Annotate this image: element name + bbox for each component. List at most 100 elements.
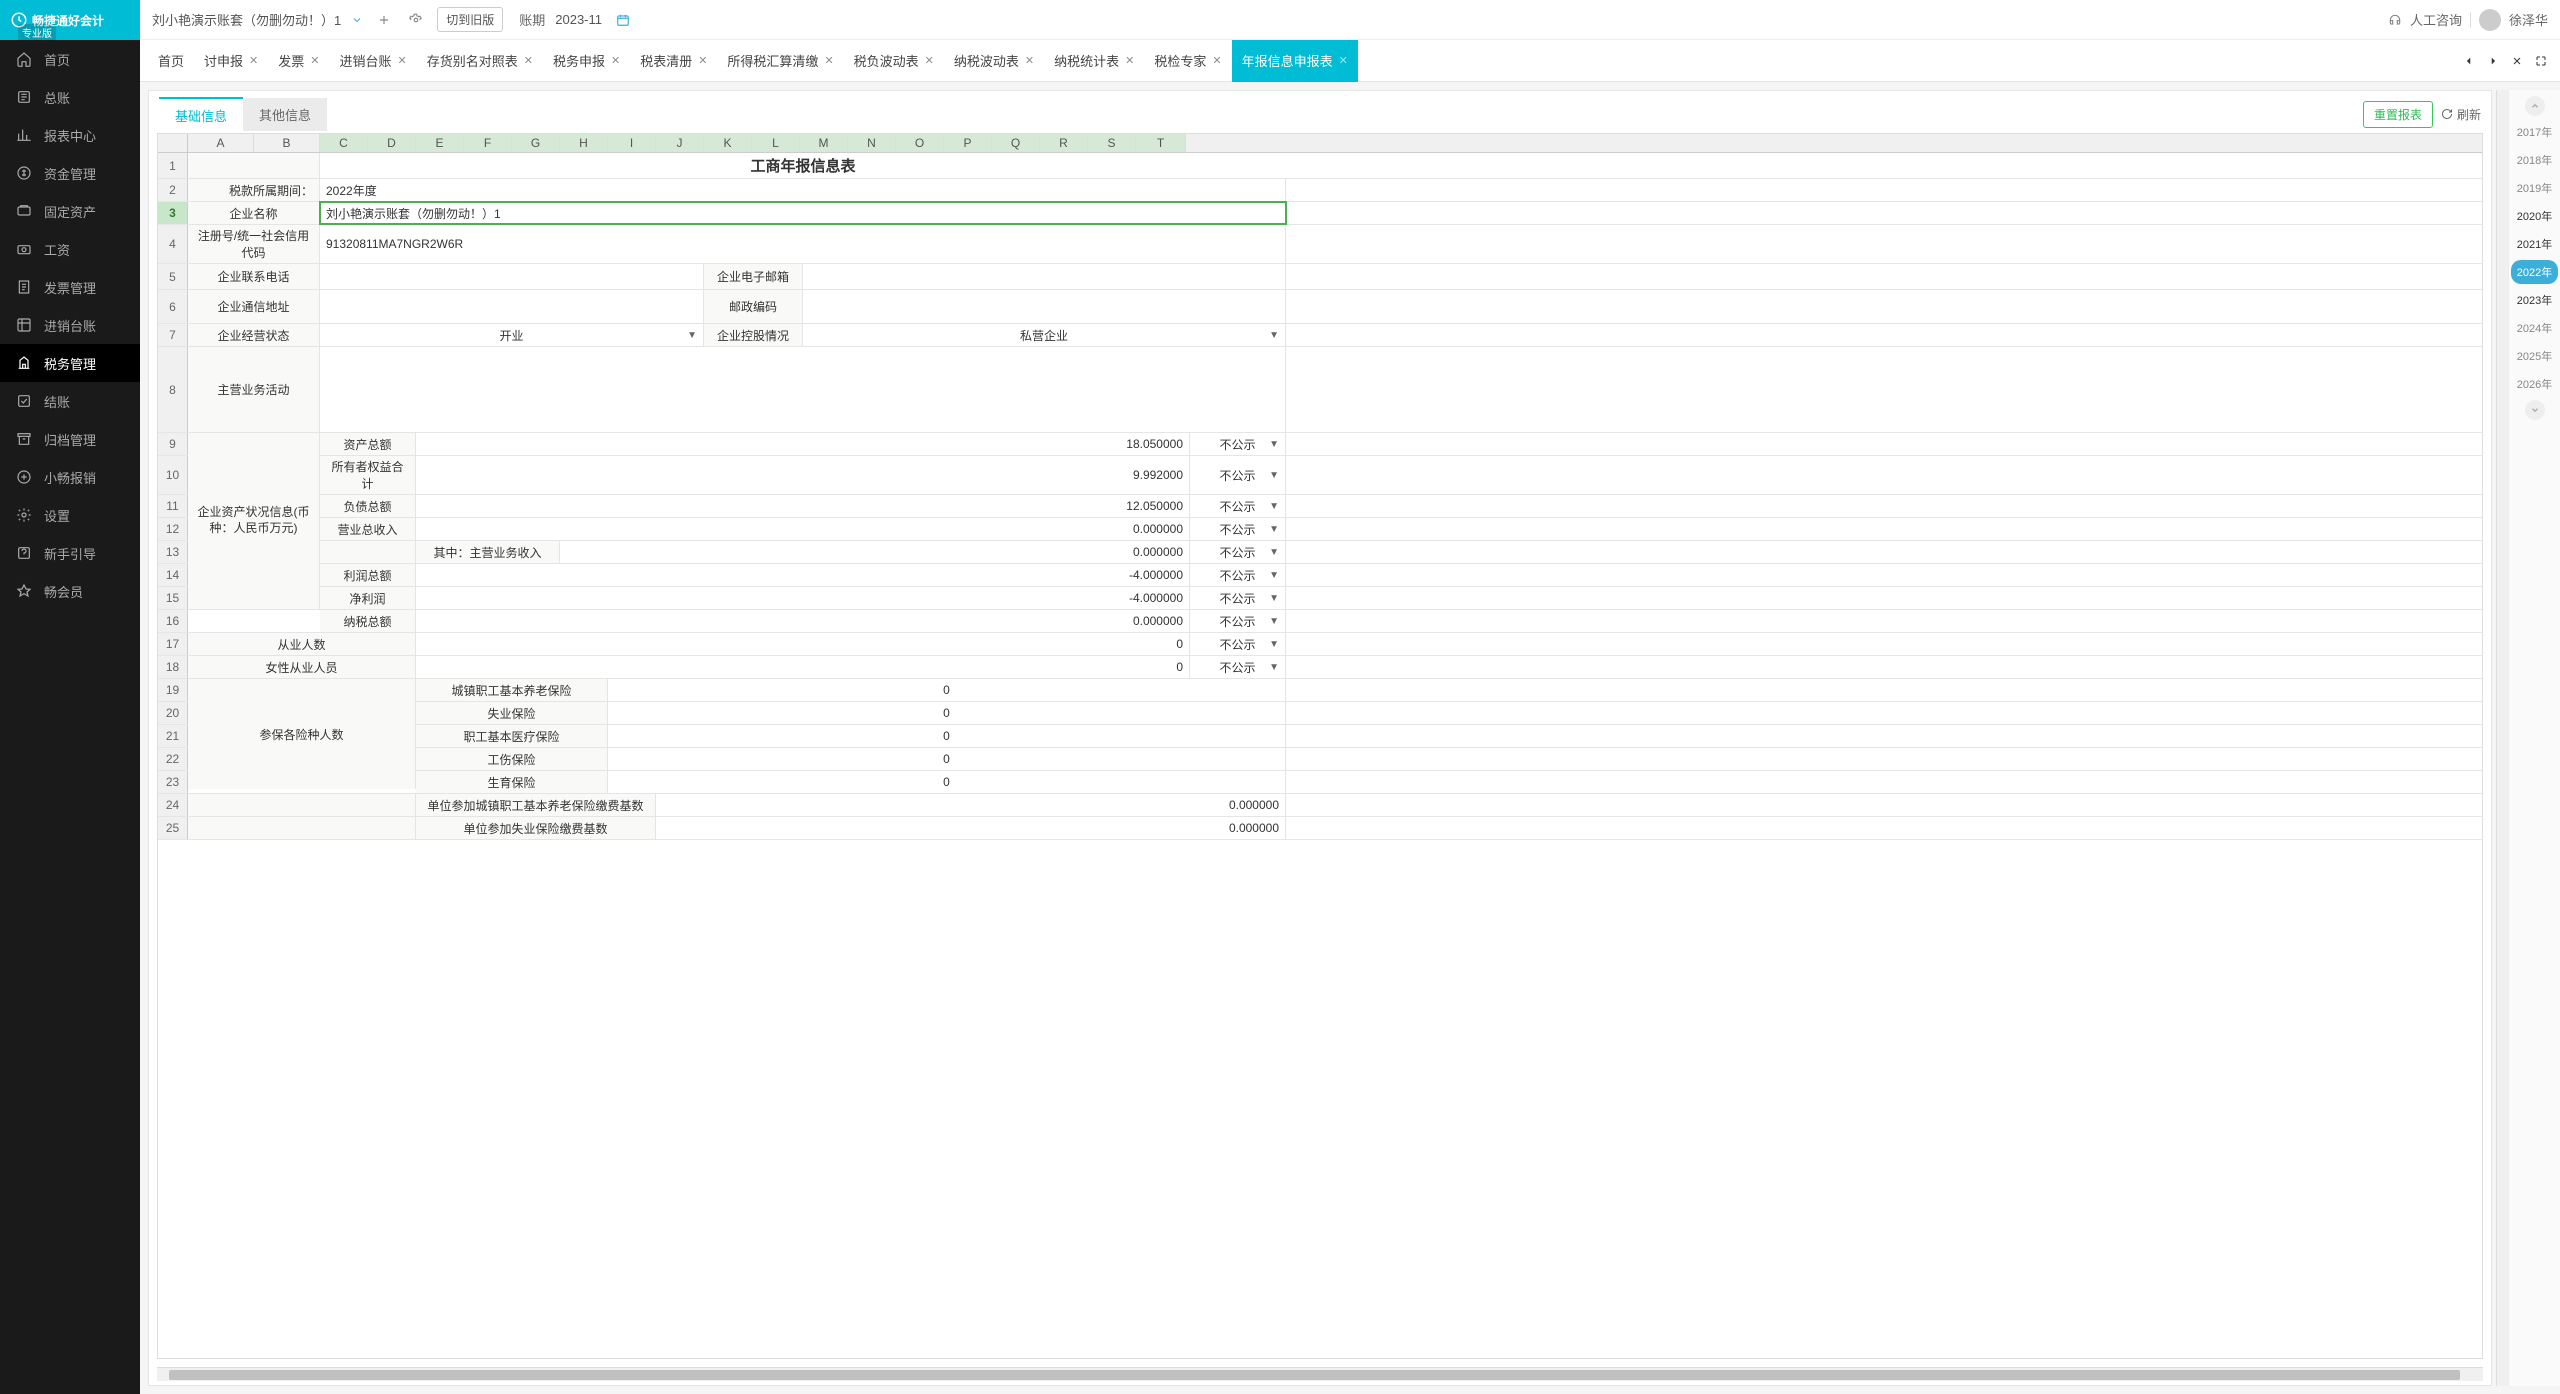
chevron-down-icon[interactable] (351, 14, 363, 26)
row-header[interactable]: 22 (158, 748, 188, 770)
cell[interactable]: 0 (608, 748, 1286, 770)
tab[interactable]: 税负波动表✕ (844, 40, 944, 82)
col-header[interactable]: T (1136, 134, 1186, 152)
cell[interactable]: 0 (416, 633, 1190, 655)
chevron-down-icon[interactable]: ▼ (1269, 616, 1279, 627)
avatar[interactable] (2479, 9, 2501, 31)
tab[interactable]: 年报信息申报表✕ (1232, 40, 1358, 82)
row-header[interactable]: 9 (158, 433, 188, 455)
headset-icon[interactable] (2388, 13, 2402, 27)
chevron-down-icon[interactable]: ▼ (1269, 570, 1279, 581)
col-header[interactable]: I (608, 134, 656, 152)
vertical-scrollbar[interactable] (2496, 90, 2508, 1386)
old-version-button[interactable]: 切到旧版 (437, 7, 503, 32)
nav-item-guide[interactable]: 新手引导 (0, 534, 140, 572)
nav-item-fund[interactable]: 资金管理 (0, 154, 140, 192)
cell[interactable]: 0.000000 (560, 541, 1190, 563)
cell[interactable]: 私营企业▼ (803, 324, 1286, 346)
col-header[interactable]: D (368, 134, 416, 152)
year-item[interactable]: 2021年 (2511, 232, 2558, 256)
row-header[interactable]: 24 (158, 794, 188, 816)
chevron-down-icon[interactable]: ▼ (1269, 501, 1279, 512)
company-name-input[interactable]: 刘小艳演示账套（勿删勿动！）1 (320, 202, 1286, 224)
col-header[interactable]: N (848, 134, 896, 152)
col-header[interactable]: R (1040, 134, 1088, 152)
col-header[interactable]: K (704, 134, 752, 152)
row-header[interactable]: 10 (158, 456, 188, 494)
tab[interactable]: 税表清册✕ (630, 40, 717, 82)
tab-prev-icon[interactable] (2458, 50, 2480, 72)
close-icon[interactable]: ✕ (1125, 54, 1134, 67)
cell[interactable]: 不公示▼ (1190, 587, 1286, 609)
col-header[interactable]: M (800, 134, 848, 152)
col-header[interactable]: B (254, 134, 320, 152)
nav-item-tax[interactable]: 税务管理 (0, 344, 140, 382)
cell[interactable]: 不公示▼ (1190, 433, 1286, 455)
plus-icon[interactable] (373, 9, 395, 31)
close-icon[interactable]: ✕ (698, 54, 707, 67)
account-name[interactable]: 刘小艳演示账套（勿删勿动！）1 (152, 10, 341, 29)
col-header[interactable]: J (656, 134, 704, 152)
year-item[interactable]: 2019年 (2511, 176, 2558, 200)
cell[interactable]: 不公示▼ (1190, 633, 1286, 655)
close-icon[interactable]: ✕ (398, 54, 407, 67)
close-icon[interactable]: ✕ (1212, 54, 1221, 67)
row-header[interactable]: 13 (158, 541, 188, 563)
row-header[interactable]: 12 (158, 518, 188, 540)
cell[interactable]: 0.000000 (656, 817, 1286, 839)
spreadsheet-grid[interactable]: ABCDEFGHIJKLMNOPQRST 1工商年报信息表2税款所属期间：202… (157, 133, 2483, 1359)
cell[interactable]: 12.050000 (416, 495, 1190, 517)
chevron-down-icon[interactable]: ▼ (1269, 439, 1279, 450)
nav-item-invoice[interactable]: 发票管理 (0, 268, 140, 306)
chevron-down-icon[interactable]: ▼ (1269, 547, 1279, 558)
tab[interactable]: 税务申报✕ (543, 40, 630, 82)
row-header[interactable]: 21 (158, 725, 188, 747)
consult-link[interactable]: 人工咨询 (2410, 10, 2462, 29)
tab-next-icon[interactable] (2482, 50, 2504, 72)
cell[interactable] (803, 290, 1286, 323)
row-header[interactable]: 16 (158, 610, 188, 632)
cell[interactable]: 0 (608, 725, 1286, 747)
cell[interactable]: 不公示▼ (1190, 656, 1286, 678)
cell[interactable]: 0 (608, 702, 1286, 724)
row-header[interactable]: 8 (158, 347, 188, 432)
close-icon[interactable]: ✕ (611, 54, 620, 67)
col-header[interactable]: S (1088, 134, 1136, 152)
tab[interactable]: 所得税汇算清缴✕ (717, 40, 843, 82)
cell[interactable]: 0.000000 (416, 610, 1190, 632)
row-header[interactable]: 23 (158, 771, 188, 793)
cell[interactable] (320, 347, 1286, 432)
close-icon[interactable]: ✕ (524, 54, 533, 67)
col-header[interactable]: C (320, 134, 368, 152)
fullscreen-icon[interactable] (2530, 50, 2552, 72)
chevron-down-icon[interactable]: ▼ (1269, 593, 1279, 604)
reset-report-button[interactable]: 重置报表 (2363, 101, 2433, 128)
cell[interactable]: 0 (416, 656, 1190, 678)
row-header[interactable]: 25 (158, 817, 188, 839)
col-header[interactable]: Q (992, 134, 1040, 152)
cell[interactable] (320, 264, 704, 289)
nav-item-asset[interactable]: 固定资产 (0, 192, 140, 230)
row-header[interactable]: 7 (158, 324, 188, 346)
col-header[interactable]: A (188, 134, 254, 152)
cell[interactable]: 不公示▼ (1190, 610, 1286, 632)
col-header[interactable]: O (896, 134, 944, 152)
nav-item-salary[interactable]: 工资 (0, 230, 140, 268)
close-icon[interactable]: ✕ (925, 54, 934, 67)
nav-item-close[interactable]: 结账 (0, 382, 140, 420)
tab[interactable]: 税检专家✕ (1144, 40, 1231, 82)
cell[interactable] (803, 264, 1286, 289)
row-header[interactable]: 1 (158, 153, 188, 178)
period-value[interactable]: 2023-11 (555, 12, 602, 27)
tab[interactable]: 首页 (148, 40, 194, 82)
cell[interactable]: 0 (608, 771, 1286, 793)
cell[interactable]: 0 (608, 679, 1286, 701)
cell[interactable]: 不公示▼ (1190, 564, 1286, 586)
chevron-down-icon[interactable]: ▼ (1269, 639, 1279, 650)
year-item[interactable]: 2024年 (2511, 316, 2558, 340)
horizontal-scrollbar[interactable] (157, 1367, 2483, 1381)
nav-item-report[interactable]: 报表中心 (0, 116, 140, 154)
nav-item-inout[interactable]: 进销台账 (0, 306, 140, 344)
col-header[interactable]: E (416, 134, 464, 152)
col-header[interactable]: H (560, 134, 608, 152)
